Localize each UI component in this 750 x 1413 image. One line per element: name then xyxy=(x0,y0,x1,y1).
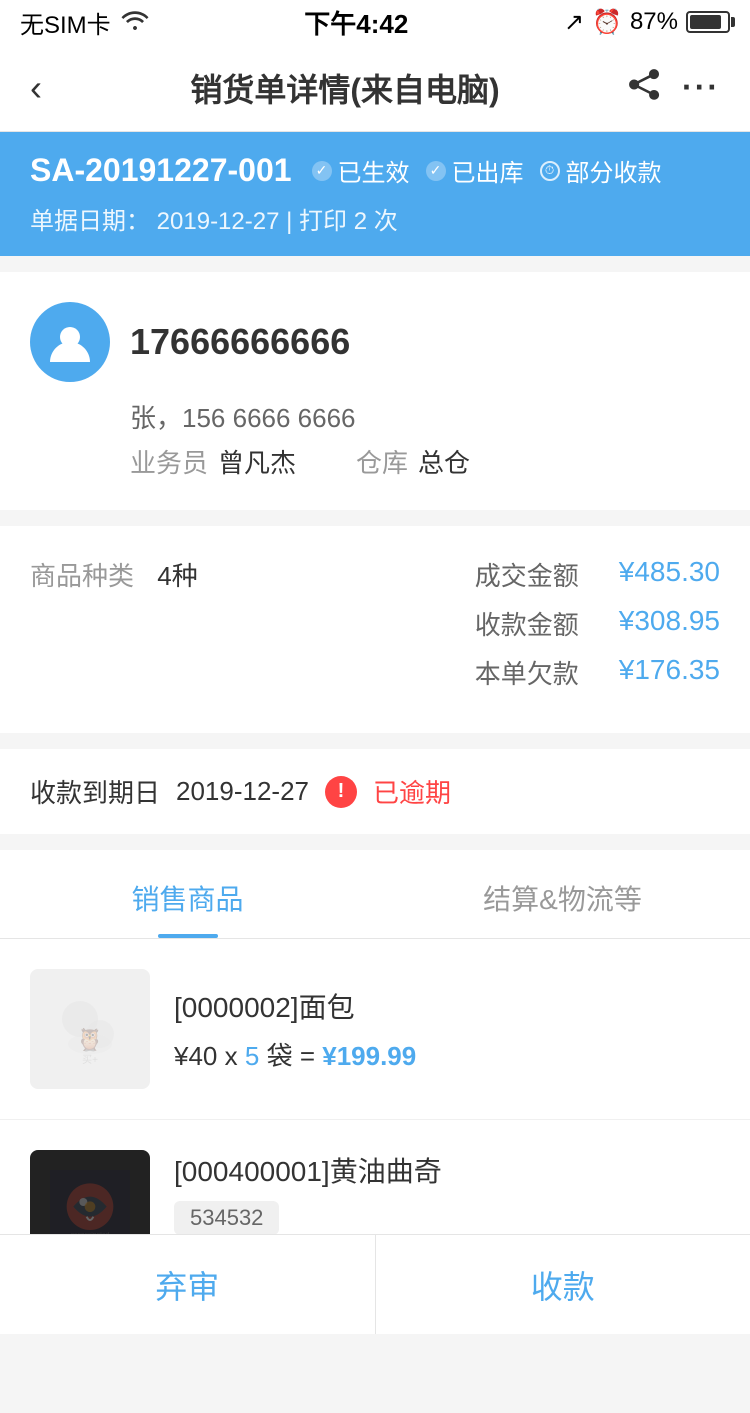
summary-section: 商品种类 4种 成交金额 ¥485.30 收款金额 ¥308.95 本单欠款 ¥… xyxy=(0,526,750,733)
due-date-value: 2019-12-27 xyxy=(176,776,309,807)
tab-products[interactable]: 销售商品 xyxy=(0,850,375,938)
back-button[interactable]: ‹ xyxy=(30,67,90,109)
debt-value: ¥176.35 xyxy=(619,654,720,691)
product-price-1: ¥40 x 5 袋 = ¥199.99 xyxy=(174,1036,720,1073)
product-name-1: [0000002]面包 xyxy=(174,986,720,1026)
debt-label: 本单欠款 xyxy=(475,654,579,691)
category-count: 4种 xyxy=(157,561,197,591)
tabs: 销售商品 结算&物流等 xyxy=(0,850,750,939)
collect-payment-button[interactable]: 收款 xyxy=(376,1235,750,1334)
page-title: 销货单详情(来自电脑) xyxy=(90,65,600,111)
badge-partial-paid: ⏱ 部分收款 xyxy=(540,153,662,188)
nav-actions: ··· xyxy=(600,66,720,109)
status-right: ↗ ⏰ 87% xyxy=(564,8,730,37)
overdue-text: 已逾期 xyxy=(373,773,451,810)
status-left: 无SIM卡 xyxy=(20,5,149,40)
tab-settlement[interactable]: 结算&物流等 xyxy=(375,850,750,938)
check-icon-2: ✓ xyxy=(426,161,446,181)
more-icon[interactable]: ··· xyxy=(682,69,720,106)
bottom-bar: 弃审 收款 xyxy=(0,1234,750,1334)
sales-name: 曾凡杰 xyxy=(218,443,296,480)
badge-effective: ✓ 已生效 xyxy=(312,153,410,188)
warehouse-name: 总仓 xyxy=(418,443,470,480)
product-info-1: [0000002]面包 ¥40 x 5 袋 = ¥199.99 xyxy=(174,969,720,1089)
amount-row-debt: 本单欠款 ¥176.35 xyxy=(475,654,720,691)
customer-phone: 17666666666 xyxy=(130,321,350,363)
product-item: 🦉 买+ [0000002]面包 ¥40 x 5 袋 = ¥199.99 xyxy=(0,939,750,1120)
order-id: SA-20191227-001 xyxy=(30,152,292,189)
customer-meta: 业务员 曾凡杰 仓库 总仓 xyxy=(30,443,720,480)
order-header-top: SA-20191227-001 ✓ 已生效 ✓ 已出库 ⏱ 部分收款 xyxy=(30,152,720,189)
product-image-1: 🦉 买+ xyxy=(30,969,150,1089)
check-icon-1: ✓ xyxy=(312,161,332,181)
customer-section: 17666666666 张，156 6666 6666 业务员 曾凡杰 仓库 总… xyxy=(0,272,750,510)
svg-text:买+: 买+ xyxy=(82,1054,98,1066)
product-sku-2: 534532 xyxy=(174,1200,720,1235)
location-icon: ↗ xyxy=(564,8,584,37)
amount-value: ¥485.30 xyxy=(619,556,720,593)
product-name-2: [000400001]黄油曲奇 xyxy=(174,1150,720,1190)
abandon-review-button[interactable]: 弃审 xyxy=(0,1235,376,1334)
amount-row-total: 成交金额 ¥485.30 xyxy=(475,556,720,593)
customer-row: 17666666666 xyxy=(30,302,720,382)
order-date-info: 单据日期： 2019-12-27 | 打印 2 次 xyxy=(30,201,720,236)
amount-info: 成交金额 ¥485.30 收款金额 ¥308.95 本单欠款 ¥176.35 xyxy=(475,556,720,703)
customer-name: 张，156 6666 6666 xyxy=(30,398,720,435)
category-info: 商品种类 4种 xyxy=(30,556,198,593)
sales-label: 业务员 xyxy=(130,443,208,480)
battery-icon xyxy=(686,11,730,33)
svg-text:🦉: 🦉 xyxy=(76,1027,103,1052)
amount-row-received: 收款金额 ¥308.95 xyxy=(475,605,720,642)
amount-label: 成交金额 xyxy=(475,556,579,593)
battery-label: 87% xyxy=(630,8,678,36)
clock-icon: ⏱ xyxy=(540,161,560,181)
badge-shipped: ✓ 已出库 xyxy=(426,153,524,188)
warehouse-label: 仓库 xyxy=(356,443,408,480)
category-label: 商品种类 xyxy=(30,561,134,591)
received-value: ¥308.95 xyxy=(619,605,720,642)
sales-info: 业务员 曾凡杰 xyxy=(130,443,296,480)
due-date-label: 收款到期日 xyxy=(30,773,160,810)
received-label: 收款金额 xyxy=(475,605,579,642)
share-icon[interactable] xyxy=(626,66,662,109)
overdue-warning-icon: ! xyxy=(325,776,357,808)
wifi-icon xyxy=(121,8,149,37)
carrier-label: 无SIM卡 xyxy=(20,5,111,40)
due-date-section: 收款到期日 2019-12-27 ! 已逾期 xyxy=(0,749,750,834)
status-badges: ✓ 已生效 ✓ 已出库 ⏱ 部分收款 xyxy=(312,153,662,188)
order-header: SA-20191227-001 ✓ 已生效 ✓ 已出库 ⏱ 部分收款 单据日期：… xyxy=(0,132,750,256)
warehouse-info: 仓库 总仓 xyxy=(356,443,470,480)
status-time: 下午4:42 xyxy=(304,4,408,41)
nav-bar: ‹ 销货单详情(来自电脑) ··· xyxy=(0,44,750,132)
alarm-icon: ⏰ xyxy=(592,8,622,37)
avatar xyxy=(30,302,110,382)
status-bar: 无SIM卡 下午4:42 ↗ ⏰ 87% xyxy=(0,0,750,44)
